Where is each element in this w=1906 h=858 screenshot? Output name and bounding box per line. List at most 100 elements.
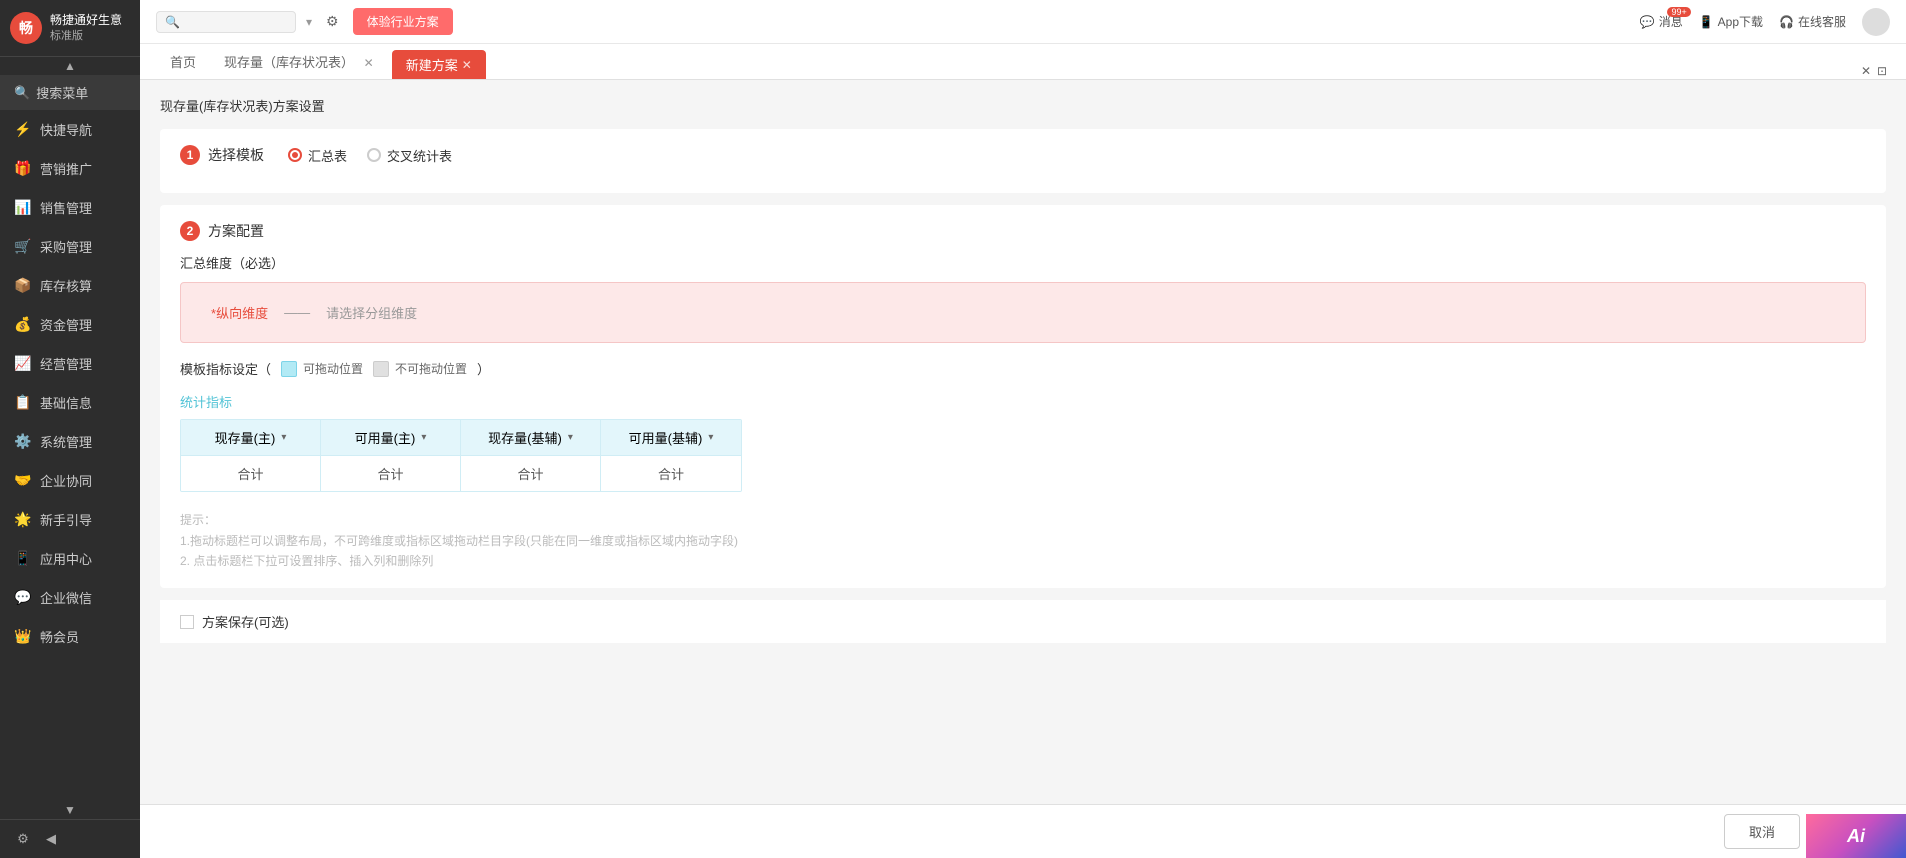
scroll-down[interactable]: ▼ <box>0 801 140 819</box>
stats-col-1[interactable]: 可用量(主) ▾ <box>321 420 461 455</box>
corp-collab-icon: 🤝 <box>14 472 32 490</box>
chevron-down-icon[interactable]: ▾ <box>568 432 573 443</box>
app-download-button[interactable]: 📱 App下载 <box>1699 13 1763 30</box>
sidebar-item-operations[interactable]: 📈 经营管理 <box>0 344 140 383</box>
sidebar-item-quick-nav[interactable]: ⚡ 快捷导航 <box>0 110 140 149</box>
sidebar-item-newuser[interactable]: 🌟 新手引导 <box>0 500 140 539</box>
legend-not-draggable: 不可拖动位置 <box>373 360 467 377</box>
collapse-icon[interactable]: ◀ <box>42 830 60 848</box>
chevron-down-icon[interactable]: ▾ <box>708 432 713 443</box>
sidebar-item-label: 畅会员 <box>40 627 79 646</box>
gear-icon[interactable]: ⚙ <box>326 13 339 30</box>
stats-header-row: 现存量(主) ▾ 可用量(主) ▾ 现存量(基辅) ▾ 可用量(基辅) <box>181 420 741 455</box>
stats-data-0: 合计 <box>181 455 321 491</box>
sidebar-item-label: 快捷导航 <box>40 120 92 139</box>
sidebar-item-corp-collab[interactable]: 🤝 企业协同 <box>0 461 140 500</box>
save-section: 方案保存(可选) <box>160 600 1886 643</box>
save-checkbox[interactable] <box>180 615 194 629</box>
sidebar-search[interactable]: 🔍 搜索菜单 <box>0 75 140 110</box>
sidebar-item-label: 库存核算 <box>40 276 92 295</box>
save-label: 方案保存(可选) <box>202 612 289 631</box>
dimension-required-label: *纵向维度 <box>211 303 268 322</box>
radio-cross-table[interactable]: 交叉统计表 <box>367 146 452 165</box>
sidebar-item-marketing[interactable]: 🎁 营销推广 <box>0 149 140 188</box>
industry-solution-button[interactable]: 体验行业方案 <box>353 8 453 35</box>
app-logo: 畅 畅捷通好生意 标准版 <box>0 0 140 57</box>
sidebar-item-label: 系统管理 <box>40 432 92 451</box>
step1-card: 1 选择模板 汇总表 交叉统计表 <box>160 129 1886 193</box>
sidebar-item-purchase[interactable]: 🛒 采购管理 <box>0 227 140 266</box>
dimension-selector[interactable]: *纵向维度 —— 请选择分组维度 <box>180 282 1866 343</box>
sidebar-nav: 🔍 搜索菜单 ⚡ 快捷导航 🎁 营销推广 📊 销售管理 🛒 采购管理 📦 库存核… <box>0 75 140 801</box>
sidebar-item-label: 应用中心 <box>40 549 92 568</box>
cancel-button[interactable]: 取消 <box>1724 814 1800 849</box>
sidebar-item-basics[interactable]: 📋 基础信息 <box>0 383 140 422</box>
search-icon: 🔍 <box>165 15 180 29</box>
sidebar-item-finance[interactable]: 💰 资金管理 <box>0 305 140 344</box>
sidebar-item-member[interactable]: 👑 畅会员 <box>0 617 140 656</box>
tab-close-icon[interactable]: ✕ <box>364 56 374 70</box>
sidebar-item-label: 营销推广 <box>40 159 92 178</box>
scroll-up-arrow[interactable]: ▲ <box>50 57 90 75</box>
chevron-down-icon[interactable]: ▾ <box>421 432 426 443</box>
close-window-icon[interactable]: ✕ <box>1858 63 1874 79</box>
stats-data-2: 合计 <box>461 455 601 491</box>
tabs-bar: 首页 现存量（库存状况表） ✕ 新建方案 ✕ ✕ ⊡ <box>140 44 1906 80</box>
sidebar: 畅 畅捷通好生意 标准版 ▲ 🔍 搜索菜单 ⚡ 快捷导航 🎁 营销推广 📊 销售… <box>0 0 140 858</box>
topbar-right: 💬 消息 99+ 📱 App下载 🎧 在线客服 <box>1640 8 1890 36</box>
sidebar-item-label: 企业协同 <box>40 471 92 490</box>
sidebar-item-sales[interactable]: 📊 销售管理 <box>0 188 140 227</box>
step1-title: 选择模板 <box>208 145 264 165</box>
user-avatar[interactable] <box>1862 8 1890 36</box>
tab-inventory-status[interactable]: 现存量（库存状况表） ✕ <box>210 46 388 79</box>
tab-home[interactable]: 首页 <box>156 46 210 79</box>
newuser-icon: 🌟 <box>14 511 32 529</box>
sidebar-item-label: 经营管理 <box>40 354 92 373</box>
chevron-down-icon[interactable]: ▾ <box>281 432 286 443</box>
settings-icon[interactable]: ⚙ <box>14 830 32 848</box>
step2-card: 2 方案配置 汇总维度（必选） *纵向维度 —— 请选择分组维度 模板指标设定（… <box>160 205 1886 588</box>
appstore-icon: 📱 <box>14 550 32 568</box>
hints-section: 提示： 1.拖动标题栏可以调整布局，不可跨维度或指标区域拖动栏目字段(只能在同一… <box>180 511 1866 569</box>
stats-data-1: 合计 <box>321 455 461 491</box>
purchase-icon: 🛒 <box>14 238 32 256</box>
customer-service-button[interactable]: 🎧 在线客服 <box>1779 13 1846 30</box>
sidebar-bottom: ⚙ ◀ <box>0 819 140 858</box>
scroll-down-arrow[interactable]: ▼ <box>50 801 90 819</box>
step1-header: 1 选择模板 汇总表 交叉统计表 <box>180 145 1866 165</box>
sidebar-item-label: 销售管理 <box>40 198 92 217</box>
sidebar-item-appstore[interactable]: 📱 应用中心 <box>0 539 140 578</box>
chevron-down-icon[interactable]: ▾ <box>306 15 312 29</box>
stats-col-2[interactable]: 现存量(基辅) ▾ <box>461 420 601 455</box>
member-icon: 👑 <box>14 628 32 646</box>
logo-text: 畅捷通好生意 标准版 <box>50 13 122 43</box>
operations-icon: 📈 <box>14 355 32 373</box>
tab-new-plan[interactable]: 新建方案 ✕ <box>392 50 486 79</box>
main-content: 🔍 ▾ ⚙ 体验行业方案 💬 消息 99+ 📱 App下载 🎧 在线客服 <box>140 0 1906 858</box>
expand-window-icon[interactable]: ⊡ <box>1874 63 1890 79</box>
stats-col-0[interactable]: 现存量(主) ▾ <box>181 420 321 455</box>
search-input[interactable] <box>186 15 286 29</box>
stats-data-3: 合计 <box>601 455 741 491</box>
window-controls: ✕ ⊡ <box>1858 63 1890 79</box>
message-button[interactable]: 💬 消息 99+ <box>1640 13 1683 30</box>
sidebar-item-wechat[interactable]: 💬 企业微信 <box>0 578 140 617</box>
sidebar-item-label: 搜索菜单 <box>36 83 88 102</box>
radio-summary-table[interactable]: 汇总表 <box>288 146 347 165</box>
template-radio-group: 汇总表 交叉统计表 <box>288 146 452 165</box>
topbar: 🔍 ▾ ⚙ 体验行业方案 💬 消息 99+ 📱 App下载 🎧 在线客服 <box>140 0 1906 44</box>
sidebar-item-label: 企业微信 <box>40 588 92 607</box>
system-icon: ⚙️ <box>14 433 32 451</box>
ai-button[interactable]: Ai <box>1806 814 1906 858</box>
scroll-up[interactable]: ▲ <box>0 57 140 75</box>
sidebar-item-label: 采购管理 <box>40 237 92 256</box>
hint-item-0: 1.拖动标题栏可以调整布局，不可跨维度或指标区域拖动栏目字段(只能在同一维度或指… <box>180 532 1866 549</box>
stats-col-3[interactable]: 可用量(基辅) ▾ <box>601 420 741 455</box>
topbar-search-box[interactable]: 🔍 <box>156 11 296 33</box>
sidebar-item-inventory[interactable]: 📦 库存核算 <box>0 266 140 305</box>
sidebar-item-system[interactable]: ⚙️ 系统管理 <box>0 422 140 461</box>
sidebar-item-label: 资金管理 <box>40 315 92 334</box>
tab-new-close-icon[interactable]: ✕ <box>462 58 472 72</box>
sales-icon: 📊 <box>14 199 32 217</box>
dimension-section-label: 汇总维度（必选） <box>180 253 1866 272</box>
